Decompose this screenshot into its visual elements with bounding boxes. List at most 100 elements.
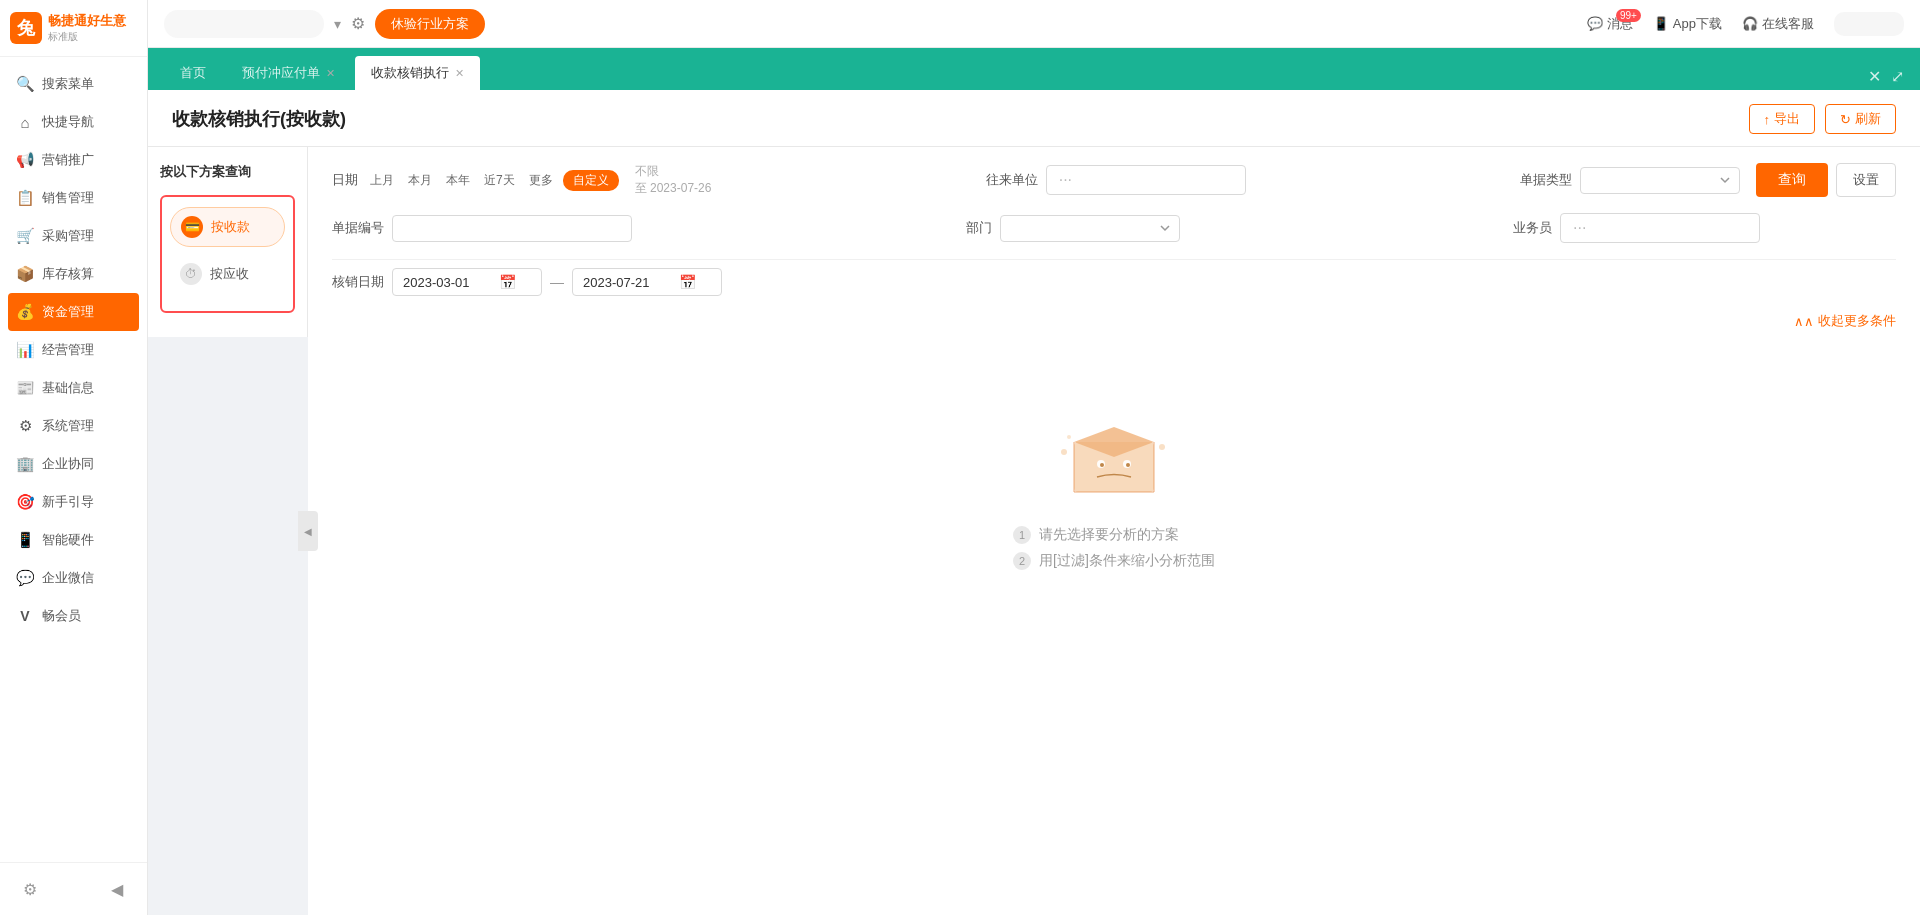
footer-settings-icon[interactable]: ⚙ [16, 875, 44, 903]
filter-option-by-receipt[interactable]: 💳 按收款 [170, 207, 285, 247]
empty-tips: 1 请先选择要分析的方案 2 用[过滤]条件来缩小分析范围 [1013, 526, 1215, 578]
filter-panel-title: 按以下方案查询 [160, 163, 295, 181]
query-btn[interactable]: 查询 [1756, 163, 1828, 197]
sidebar-item-vip[interactable]: V 畅会员 [0, 597, 147, 635]
topbar-right: 💬 消息 99+ 📱 App下载 🎧 在线客服 [1587, 12, 1904, 36]
sidebar-item-inventory[interactable]: 📦 库存核算 [0, 255, 147, 293]
verify-date-end[interactable]: 2023-07-21 [583, 275, 673, 290]
empty-state: 1 请先选择要分析的方案 2 用[过滤]条件来缩小分析范围 [332, 342, 1896, 638]
sidebar-item-enterprise[interactable]: 🏢 企业协同 [0, 445, 147, 483]
tab-home[interactable]: 首页 [164, 56, 222, 90]
by-receivable-label: 按应收 [210, 265, 249, 283]
system-icon: ⚙ [16, 417, 34, 435]
verify-date-end-calendar-icon[interactable]: 📅 [679, 274, 696, 290]
date-shortcut-last-month[interactable]: 上月 [366, 170, 398, 191]
filter-wrapper: 按以下方案查询 💳 按收款 ⏱ 按应收 ◀ [148, 147, 308, 915]
date-field: 日期 上月 本月 本年 近7天 更多 自定义 [332, 170, 619, 191]
verify-date-end-wrapper[interactable]: 2023-07-21 📅 [572, 268, 722, 296]
online-service-label: 在线客服 [1762, 15, 1814, 33]
topbar-dropdown-icon[interactable]: ▾ [334, 16, 341, 32]
topbar: ▾ ⚙ 休验行业方案 💬 消息 99+ 📱 App下载 🎧 在线客服 [148, 0, 1920, 48]
footer-collapse-icon[interactable]: ◀ [103, 875, 131, 903]
verify-date-start-calendar-icon[interactable]: 📅 [499, 274, 516, 290]
doc-type-field: 单据类型 [1520, 167, 1740, 194]
svg-point-9 [1061, 449, 1067, 455]
svg-point-7 [1100, 463, 1104, 467]
date-shortcut-more[interactable]: 更多 [525, 170, 557, 191]
sidebar-item-search-menu[interactable]: 🔍 搜索菜单 [0, 65, 147, 103]
filter-panel: 按以下方案查询 💳 按收款 ⏱ 按应收 [148, 147, 308, 337]
sidebar-item-wechat[interactable]: 💬 企业微信 [0, 559, 147, 597]
main-content: ▾ ⚙ 休验行业方案 💬 消息 99+ 📱 App下载 🎧 在线客服 首页 [148, 0, 1920, 915]
logo-icon: 兔 [10, 12, 42, 44]
quick-nav-icon: ⌂ [16, 113, 34, 131]
sidebar-item-label: 快捷导航 [42, 113, 94, 131]
industry-solution-btn[interactable]: 休验行业方案 [375, 9, 485, 39]
tab-prepay-label: 预付冲应付单 [242, 64, 320, 82]
query-row-3: 核销日期 2023-03-01 📅 — 2023-07-21 📅 [332, 268, 1896, 296]
verify-date-start[interactable]: 2023-03-01 [403, 275, 493, 290]
funds-icon: 💰 [16, 303, 34, 321]
tab-bar: 首页 预付冲应付单 ✕ 收款核销执行 ✕ ✕ ⤢ [148, 48, 1920, 90]
settings-btn[interactable]: 设置 [1836, 163, 1896, 197]
sidebar-item-guide[interactable]: 🎯 新手引导 [0, 483, 147, 521]
export-btn-label: 导出 [1774, 110, 1800, 128]
tab-prepay-close-icon[interactable]: ✕ [326, 67, 335, 80]
online-service-btn[interactable]: 🎧 在线客服 [1742, 15, 1814, 33]
sidebar-item-marketing[interactable]: 📢 营销推广 [0, 141, 147, 179]
logo-text: 畅捷通好生意 标准版 [48, 13, 126, 43]
doc-num-input[interactable] [392, 215, 632, 242]
sidebar-item-label: 采购管理 [42, 227, 94, 245]
sidebar-item-purchase[interactable]: 🛒 采购管理 [0, 217, 147, 255]
refresh-icon: ↻ [1840, 112, 1851, 127]
verify-date-start-wrapper[interactable]: 2023-03-01 📅 [392, 268, 542, 296]
messages-btn[interactable]: 💬 消息 99+ [1587, 15, 1633, 33]
salesperson-input[interactable]: ··· [1560, 213, 1760, 243]
date-shortcuts: 上月 本月 本年 近7天 更多 自定义 [366, 170, 619, 191]
topbar-gear-icon[interactable]: ⚙ [351, 14, 365, 33]
sidebar-item-label: 智能硬件 [42, 531, 94, 549]
vip-icon: V [16, 607, 34, 625]
export-icon: ↑ [1764, 112, 1771, 127]
sidebar-item-label: 畅会员 [42, 607, 81, 625]
collapse-more-btn[interactable]: ∧∧ 收起更多条件 [332, 312, 1896, 330]
tab-close-all-icon[interactable]: ✕ [1868, 67, 1881, 86]
sidebar-item-business[interactable]: 📊 经营管理 [0, 331, 147, 369]
sidebar-item-smart-hw[interactable]: 📱 智能硬件 [0, 521, 147, 559]
app-edition: 标准版 [48, 30, 126, 43]
sidebar-item-quick-nav[interactable]: ⌂ 快捷导航 [0, 103, 147, 141]
sidebar-item-funds[interactable]: 💰 资金管理 [8, 293, 139, 331]
sidebar-item-label: 资金管理 [42, 303, 94, 321]
tab-bar-actions: ✕ ⤢ [1868, 67, 1904, 90]
inventory-icon: 📦 [16, 265, 34, 283]
tab-receivable-offset[interactable]: 收款核销执行 ✕ [355, 56, 480, 90]
salesperson-field: 业务员 ··· [1513, 213, 1760, 243]
export-btn[interactable]: ↑ 导出 [1749, 104, 1816, 134]
logo-area: 兔 畅捷通好生意 标准版 [0, 0, 147, 57]
date-shortcut-this-month[interactable]: 本月 [404, 170, 436, 191]
dept-select[interactable] [1000, 215, 1180, 242]
wechat-icon: 💬 [16, 569, 34, 587]
sidebar-item-basic-info[interactable]: 📰 基础信息 [0, 369, 147, 407]
date-shortcut-custom[interactable]: 自定义 [563, 170, 619, 191]
tab-receivable-close-icon[interactable]: ✕ [455, 67, 464, 80]
divider [332, 259, 1896, 260]
svg-point-11 [1159, 444, 1165, 450]
sidebar-nav: 🔍 搜索菜单 ⌂ 快捷导航 📢 营销推广 📋 销售管理 🛒 采购管理 📦 库存核… [0, 57, 147, 862]
user-info-area[interactable] [1834, 12, 1904, 36]
svg-point-10 [1067, 435, 1071, 439]
date-shortcut-7days[interactable]: 近7天 [480, 170, 519, 191]
app-download-btn[interactable]: 📱 App下载 [1653, 15, 1722, 33]
refresh-btn[interactable]: ↻ 刷新 [1825, 104, 1896, 134]
sidebar-item-sales[interactable]: 📋 销售管理 [0, 179, 147, 217]
sidebar-item-system[interactable]: ⚙ 系统管理 [0, 407, 147, 445]
filter-collapse-btn[interactable]: ◀ [298, 511, 318, 551]
sidebar-item-label: 新手引导 [42, 493, 94, 511]
doc-type-select[interactable] [1580, 167, 1740, 194]
tab-prepay-offset[interactable]: 预付冲应付单 ✕ [226, 56, 351, 90]
filter-option-by-receivable[interactable]: ⏱ 按应收 [170, 255, 285, 293]
date-shortcut-this-year[interactable]: 本年 [442, 170, 474, 191]
tip-text-2: 用[过滤]条件来缩小分析范围 [1039, 552, 1215, 570]
counterpart-input[interactable]: ··· [1046, 165, 1246, 195]
tab-expand-icon[interactable]: ⤢ [1891, 67, 1904, 86]
